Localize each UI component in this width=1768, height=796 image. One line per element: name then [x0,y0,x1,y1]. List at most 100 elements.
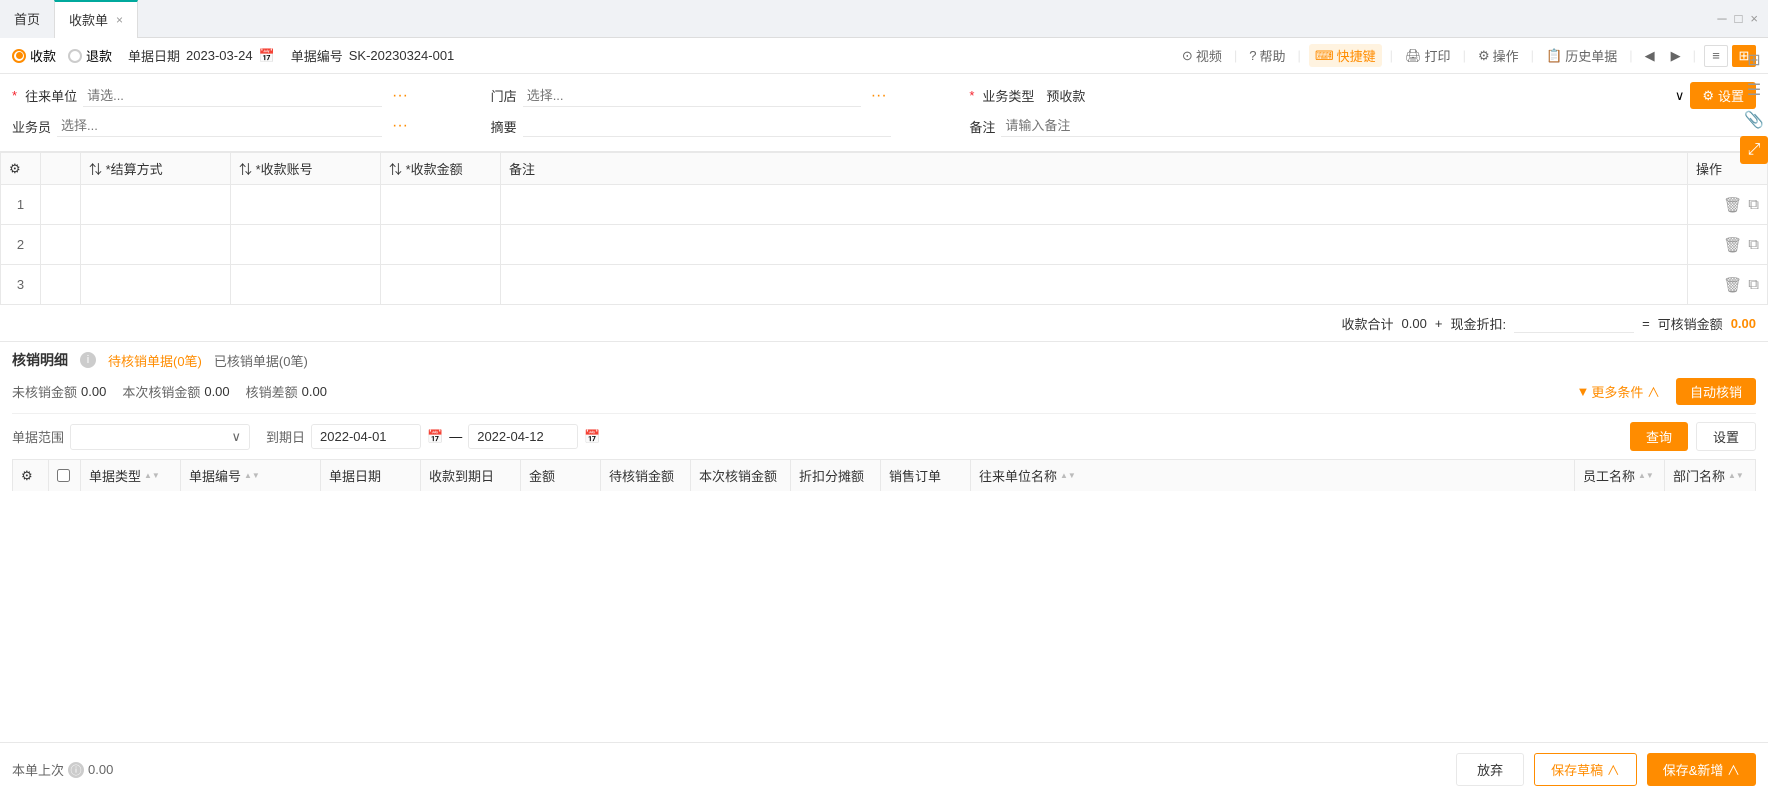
row-2-spacer [41,225,81,265]
ops-btn[interactable]: ⚙ 操作 [1474,44,1523,67]
row-2-delete-icon[interactable]: 🗑 [1723,236,1742,254]
shortcut-btn[interactable]: ⌨ 快捷键 [1309,44,1382,67]
tab-receipt[interactable]: 收款单 × [54,0,138,38]
row-2-ops: 🗑 ⧉ [1688,225,1768,265]
list-view-icon[interactable]: ≡ [1704,45,1728,67]
counterpart-more-btn[interactable]: ··· [388,87,412,105]
th-gear[interactable]: ⚙ [1,153,41,185]
row-1-settlement[interactable] [81,185,231,225]
number-value[interactable]: SK-20230324-001 [349,48,455,63]
row-3-amount[interactable] [381,265,501,305]
close-icon[interactable]: × [1750,11,1758,26]
note-label: 备注 [969,117,995,136]
th-amount: ⇅ *收款金额 [381,153,501,185]
pending-tab[interactable]: 待核销单据(0笔) [108,351,202,370]
row-3-copy-icon[interactable]: ⧉ [1748,276,1759,293]
radio-dot-receipt [12,49,26,63]
range-select[interactable]: ∨ [70,424,250,450]
calendar-start-icon[interactable]: 📅 [427,429,443,445]
staff-more-btn[interactable]: ··· [388,117,412,135]
row-1-num: 1 [1,185,41,225]
done-tab[interactable]: 已核销单据(0笔) [214,351,308,370]
maximize-icon[interactable]: □ [1735,11,1743,26]
info-icon[interactable]: i [80,352,96,368]
row-1-ops: 🗑 ⧉ [1688,185,1768,225]
row-3-settlement[interactable] [81,265,231,305]
row-3-spacer [41,265,81,305]
verification-title: 核销明细 [12,350,68,370]
discount-input[interactable] [1514,313,1634,333]
row-1-delete-icon[interactable]: 🗑 [1723,196,1742,214]
video-btn[interactable]: ⊙ 视频 [1178,44,1226,67]
sub-th-current: 本次核销金额 [691,460,791,491]
row-2-copy-icon[interactable]: ⧉ [1748,236,1759,253]
calendar-end-icon[interactable]: 📅 [584,429,600,445]
prev-icon[interactable]: ◀ [1641,46,1659,66]
date-field-group: 单据日期 2023-03-24 📅 [128,46,275,65]
calendar-icon[interactable]: 📅 [259,48,275,64]
range-dropdown-icon: ∨ [232,429,242,445]
staff-input[interactable] [57,115,382,137]
sidebar-expand-icon[interactable]: ⤢ [1740,136,1768,164]
receipt-type-radio: 收款 退款 [12,46,112,65]
row-3-account[interactable] [231,265,381,305]
date-value[interactable]: 2023-03-24 [186,48,253,63]
due-label: 到期日 [266,427,305,446]
filter-icon: ▼ [1576,384,1589,399]
counterpart-input[interactable] [83,85,382,107]
row-3-remark[interactable] [501,265,1688,305]
counterpart-label: 往来单位 [25,86,77,105]
row-2-amount[interactable] [381,225,501,265]
row-1-remark[interactable] [501,185,1688,225]
save-new-btn[interactable]: 保存&新增 ∧ [1647,753,1756,786]
store-input[interactable] [523,85,861,107]
due-end-input[interactable] [468,424,578,449]
radio-receipt[interactable]: 收款 [12,46,56,65]
minimize-icon[interactable]: ─ [1717,11,1726,26]
next-icon[interactable]: ▶ [1667,46,1685,66]
print-btn[interactable]: 🖨 打印 [1401,44,1455,67]
history-btn[interactable]: 📋 历史单据 [1542,44,1621,67]
radio-refund[interactable]: 退款 [68,46,112,65]
more-conditions-btn[interactable]: ▼ 更多条件 ∧ [1576,382,1660,401]
note-field: 备注 [969,115,1756,137]
help-btn[interactable]: ? 帮助 [1245,44,1289,67]
row-2-settlement[interactable] [81,225,231,265]
filter-setting-btn[interactable]: 设置 [1696,422,1756,451]
abandon-btn[interactable]: 放弃 [1456,753,1524,786]
sidebar-attach-icon[interactable]: 📎 [1740,106,1768,134]
biz-type-dropdown[interactable]: ∨ [1675,88,1685,104]
summary-input[interactable] [523,115,891,137]
sidebar-list-icon[interactable]: ☰ [1740,76,1768,104]
row-3-ops: 🗑 ⧉ [1688,265,1768,305]
biz-type-value: 预收款 [1046,86,1085,105]
row-1-copy-icon[interactable]: ⧉ [1748,196,1759,213]
top-toolbar: 收款 退款 单据日期 2023-03-24 📅 单据编号 SK-20230324… [0,38,1768,74]
summary-label: 摘要 [491,117,517,136]
store-more-btn[interactable]: ··· [867,87,891,105]
query-btn[interactable]: 查询 [1630,422,1688,451]
footer-info-icon[interactable]: ⓘ [68,762,84,778]
form-area: * 往来单位 ··· 门店 ··· * 业务类型 预收款 ∨ ⚙ [0,74,1768,152]
row-1-account[interactable] [231,185,381,225]
sub-th-checkbox[interactable] [49,460,81,491]
sub-th-due-date: 收款到期日 [421,460,521,491]
row-2-remark[interactable] [501,225,1688,265]
data-table-container: ⚙ ⇅ *结算方式 ⇅ *收款账号 ⇅ *收款金额 备注 操作 [0,152,1768,305]
save-draft-btn[interactable]: 保存草稿 ∧ [1534,753,1637,786]
business-type-field: * 业务类型 预收款 ∨ ⚙ 设置 [969,82,1756,109]
available-value: 0.00 [1731,316,1756,331]
select-all-checkbox[interactable] [57,469,70,482]
sidebar-table-icon[interactable]: ⊞ [1740,46,1768,74]
tab-home[interactable]: 首页 [0,0,54,38]
row-2-account[interactable] [231,225,381,265]
sub-th-gear[interactable]: ⚙ [13,460,49,491]
range-label: 单据范围 [12,427,64,446]
diff-value: 0.00 [302,384,327,399]
note-input[interactable] [1001,115,1756,137]
tab-close-icon[interactable]: × [116,13,123,27]
row-1-amount[interactable] [381,185,501,225]
due-start-input[interactable] [311,424,421,449]
row-3-delete-icon[interactable]: 🗑 [1723,276,1742,294]
auto-verify-btn[interactable]: 自动核销 [1676,378,1756,405]
